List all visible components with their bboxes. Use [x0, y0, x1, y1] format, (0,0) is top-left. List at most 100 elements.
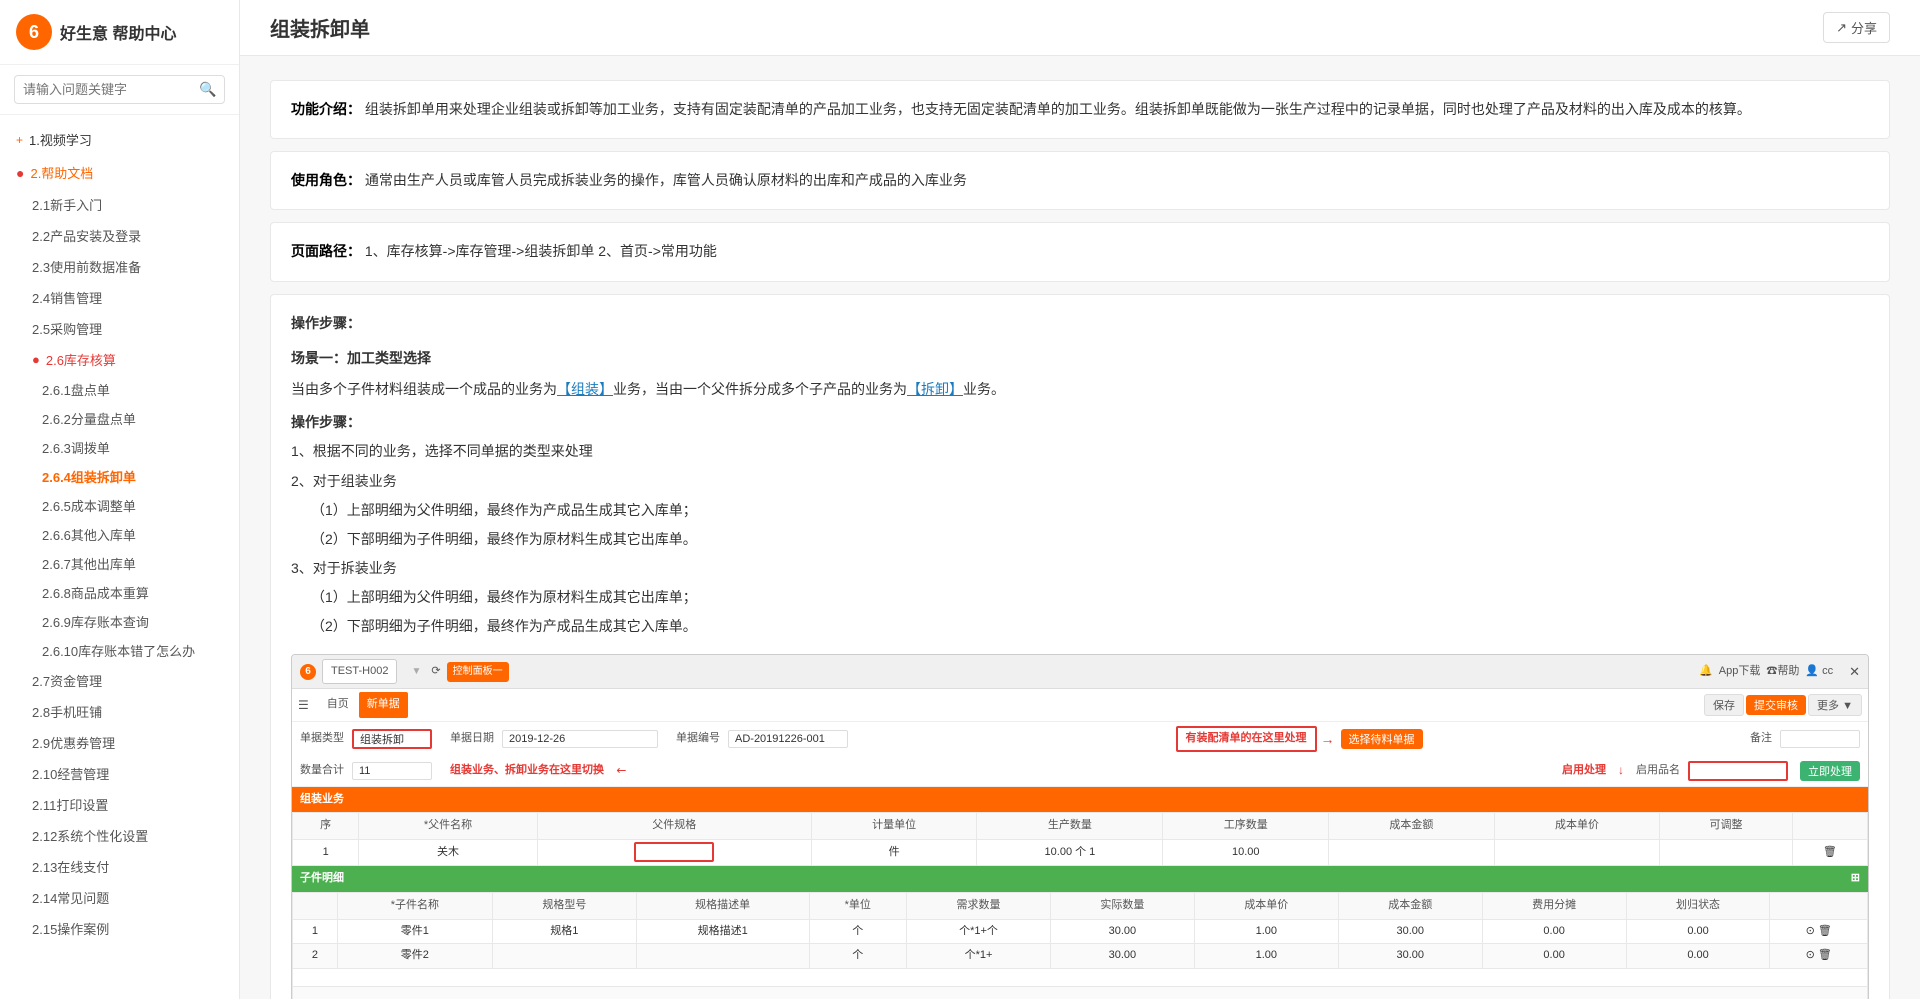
sidebar-item-sales[interactable]: 2.4销售管理 [0, 282, 239, 313]
search-box[interactable]: 🔍 [14, 75, 225, 104]
ss-upper-cell-qty: 10.00 个 1 [977, 840, 1163, 866]
ss-remark-input[interactable] [1780, 730, 1860, 748]
ss-nav-new[interactable]: 新单据 [359, 692, 408, 718]
ss-upper-cell-name: 关木 [359, 840, 538, 866]
sidebar-item-stockcheck[interactable]: 2.6.1盘点单 [0, 375, 239, 404]
ops-steps-title: 操作步骤： [291, 311, 1869, 336]
ss-lower-row-3 [293, 969, 1868, 987]
ss-upper-cell-spec [537, 840, 811, 866]
sidebar-item-docs[interactable]: ● 2.帮助文档 [0, 156, 239, 189]
sidebar-item-case[interactable]: 2.15操作案例 [0, 913, 239, 944]
user-role-label: 使用角色： [291, 172, 361, 188]
ss-lower-th-2: 规格型号 [492, 892, 636, 919]
sidebar-item-faq[interactable]: 2.14常见问题 [0, 882, 239, 913]
sidebar-item-costadjust-label: 2.6.5成本调整单 [42, 499, 136, 514]
sidebar-item-assembly[interactable]: 2.6.4组装拆卸单 [0, 462, 239, 491]
ss-lower-row-4 [293, 987, 1868, 999]
step3: 3、对于拆装业务 [291, 556, 1869, 581]
ss-type-input[interactable] [352, 729, 432, 749]
ss-arrow-mid-right: ↓ [1618, 760, 1624, 782]
sidebar-item-dataprep[interactable]: 2.3使用前数据准备 [0, 251, 239, 282]
ss-upper-cell-seq2: 10.00 [1163, 840, 1329, 866]
sidebar-item-accounterror[interactable]: 2.6.10库存账本错了怎么办 [0, 636, 239, 665]
step3-1: （1）上部明细为父件明细，最终作为原材料生成其它出库单； [311, 585, 1869, 610]
ss-upper-table: 序 *父件名称 父件规格 计量单位 生产数量 工序数量 成本金额 成本单价 可调… [292, 812, 1868, 866]
sidebar-item-otherout[interactable]: 2.6.7其他出库单 [0, 549, 239, 578]
sidebar-item-personalize[interactable]: 2.12系统个性化设置 [0, 820, 239, 851]
sidebar-item-ops[interactable]: 2.10经营管理 [0, 758, 239, 789]
ss-arrow-mid: ↙ [610, 760, 632, 782]
ss-nav-home[interactable]: 自页 [319, 692, 357, 718]
sidebar-item-faq-label: 2.14常见问题 [32, 888, 109, 907]
sidebar-item-capital[interactable]: 2.7资金管理 [0, 665, 239, 696]
sidebar-item-adjust[interactable]: 2.6.3调拨单 [0, 433, 239, 462]
sidebar-item-personalize-label: 2.12系统个性化设置 [32, 826, 148, 845]
search-input[interactable] [23, 82, 199, 97]
sidebar-item-goodscost[interactable]: 2.6.8商品成本重算 [0, 578, 239, 607]
ss-lower-cell-2-8: 30.00 [1338, 944, 1482, 969]
sidebar-item-install[interactable]: 2.2产品安装及登录 [0, 220, 239, 251]
sidebar-item-inventory[interactable]: ● 2.6库存核算 [0, 344, 239, 375]
sidebar-item-purchase[interactable]: 2.5采购管理 [0, 313, 239, 344]
ss-lower-cell-1-11[interactable]: ⊙ 🗑 [1770, 919, 1868, 944]
plus-icon: + [16, 133, 23, 147]
ss-lower-cell-2-11[interactable]: ⊙ 🗑 [1770, 944, 1868, 969]
nav-group-video: + 1.视频学习 [0, 123, 239, 156]
sidebar-item-stockquery[interactable]: 2.6.9库存账本查询 [0, 607, 239, 636]
sidebar-item-purchase-label: 2.5采购管理 [32, 319, 102, 338]
ss-spacer: ▼ [411, 663, 421, 681]
ss-upper-row-1: 1 关木 件 10.00 个 1 10.00 🗑 [293, 840, 1868, 866]
ss-qty-input[interactable] [352, 762, 432, 780]
share-button[interactable]: ↗ 分享 [1823, 12, 1890, 43]
sidebar-item-partialcheck[interactable]: 2.6.2分量盘点单 [0, 404, 239, 433]
sidebar-item-mobile[interactable]: 2.8手机旺铺 [0, 696, 239, 727]
ss-upper-table-wrapper: 序 *父件名称 父件规格 计量单位 生产数量 工序数量 成本金额 成本单价 可调… [292, 812, 1868, 866]
function-intro-text: 组装拆卸单用来处理企业组装或拆卸等加工业务，支持有固定装配清单的产品加工业务，也… [365, 101, 1751, 117]
sidebar-item-costadjust[interactable]: 2.6.5成本调整单 [0, 491, 239, 520]
ss-upper-spec-input[interactable] [634, 842, 714, 862]
step1: 1、根据不同的业务，选择不同单据的类型来处理 [291, 439, 1869, 464]
page-path-label: 页面路径： [291, 243, 361, 259]
sidebar-item-onlinepay[interactable]: 2.13在线支付 [0, 851, 239, 882]
ss-process-input[interactable] [1688, 761, 1788, 781]
sidebar-item-install-label: 2.2产品安装及登录 [32, 226, 141, 245]
ss-lower-cell-2-3 [636, 944, 809, 969]
sidebar-item-video[interactable]: + 1.视频学习 [0, 123, 239, 156]
ss-form-row1: 单据类型 单据日期 单据编号 有装配清单的在这里处理 → 选择待料单据 备注 [292, 722, 1868, 756]
sidebar-item-inventory-label: 2.6库存核算 [46, 350, 116, 369]
page-path-card: 页面路径： 1、库存核算->库存管理->组装拆卸单 2、首页->常用功能 [270, 222, 1890, 281]
nav-tree: + 1.视频学习 ● 2.帮助文档 2.1新手入门 2.2产品安装及登录 2.3… [0, 115, 239, 999]
assembly-link[interactable]: 【组装】 [557, 381, 613, 397]
disassemble-link[interactable]: 【拆卸】 [907, 381, 963, 397]
sidebar-item-newbie-label: 2.1新手入门 [32, 195, 102, 214]
ss-close-icon[interactable]: ✕ [1849, 660, 1860, 683]
sidebar-item-ops-label: 2.10经营管理 [32, 764, 109, 783]
step2-1: （1）上部明细为父件明细，最终作为产成品生成其它入库单； [311, 498, 1869, 523]
ss-lower-cell-2-6: 30.00 [1050, 944, 1194, 969]
ss-annotation-mid-left: 组装业务、拆卸业务在这里切换 [450, 761, 604, 781]
ss-process-btn[interactable]: 立即处理 [1800, 761, 1860, 781]
ss-lower-cell-2-7: 1.00 [1194, 944, 1338, 969]
ss-date-input[interactable] [502, 730, 658, 748]
sidebar-item-otherin[interactable]: 2.6.6其他入库单 [0, 520, 239, 549]
ss-lower-cell-1-10: 0.00 [1626, 919, 1770, 944]
logo-area: 6 好生意 帮助中心 [0, 0, 239, 65]
sidebar-item-dataprep-label: 2.3使用前数据准备 [32, 257, 141, 276]
ss-btn-save[interactable]: 保存 [1704, 694, 1744, 716]
sidebar-item-print[interactable]: 2.11打印设置 [0, 789, 239, 820]
ss-upper-cell-cost [1329, 840, 1495, 866]
ss-lower-cell-2-4: 个 [809, 944, 907, 969]
ss-billno-input[interactable] [728, 730, 848, 748]
ss-remark-label: 备注 [1750, 729, 1772, 749]
ss-select-btn[interactable]: 选择待料单据 [1341, 729, 1423, 749]
ss-lower-cell-1-7: 1.00 [1194, 919, 1338, 944]
ss-btn-submit[interactable]: 提交审核 [1746, 695, 1806, 715]
ss-icon-user: 👤 cc [1805, 662, 1833, 682]
sidebar-item-newbie[interactable]: 2.1新手入门 [0, 189, 239, 220]
ss-icon-apps: App下载 [1719, 662, 1761, 682]
sidebar-item-coupon[interactable]: 2.9优惠券管理 [0, 727, 239, 758]
ss-lower-cell-1-6: 30.00 [1050, 919, 1194, 944]
ss-icon-help: ☎帮助 [1766, 662, 1799, 682]
ss-top-icons: 🔔 App下载 ☎帮助 👤 cc [1699, 662, 1833, 682]
ss-btn-more[interactable]: 更多 ▼ [1808, 694, 1862, 716]
